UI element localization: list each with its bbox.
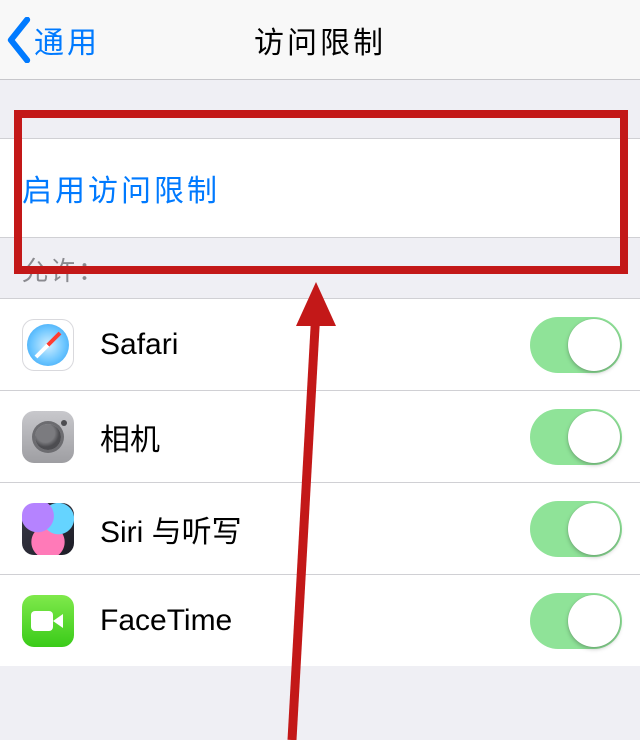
siri-toggle[interactable] (530, 501, 622, 557)
safari-toggle[interactable] (530, 317, 622, 373)
camera-toggle[interactable] (530, 409, 622, 465)
app-row-camera: 相机 (0, 390, 640, 482)
app-label: Safari (100, 328, 530, 362)
page-title: 访问限制 (254, 18, 386, 62)
app-label: 相机 (100, 415, 530, 459)
camera-icon (22, 411, 74, 463)
back-label: 通用 (34, 18, 100, 62)
facetime-toggle[interactable] (530, 593, 622, 649)
allow-section-header: 允许： (0, 238, 640, 298)
app-label: FaceTime (100, 604, 530, 638)
app-row-facetime: FaceTime (0, 574, 640, 666)
enable-restrictions-cell[interactable]: 启用访问限制 (0, 138, 640, 238)
back-button[interactable]: 通用 (6, 0, 100, 80)
chevron-left-icon (6, 17, 32, 63)
siri-icon (22, 503, 74, 555)
facetime-icon (22, 595, 74, 647)
enable-restrictions-label: 启用访问限制 (22, 166, 220, 210)
app-row-safari: Safari (0, 298, 640, 390)
app-row-siri: Siri 与听写 (0, 482, 640, 574)
nav-bar: 通用 访问限制 (0, 0, 640, 80)
app-label: Siri 与听写 (100, 507, 530, 551)
safari-icon (22, 319, 74, 371)
